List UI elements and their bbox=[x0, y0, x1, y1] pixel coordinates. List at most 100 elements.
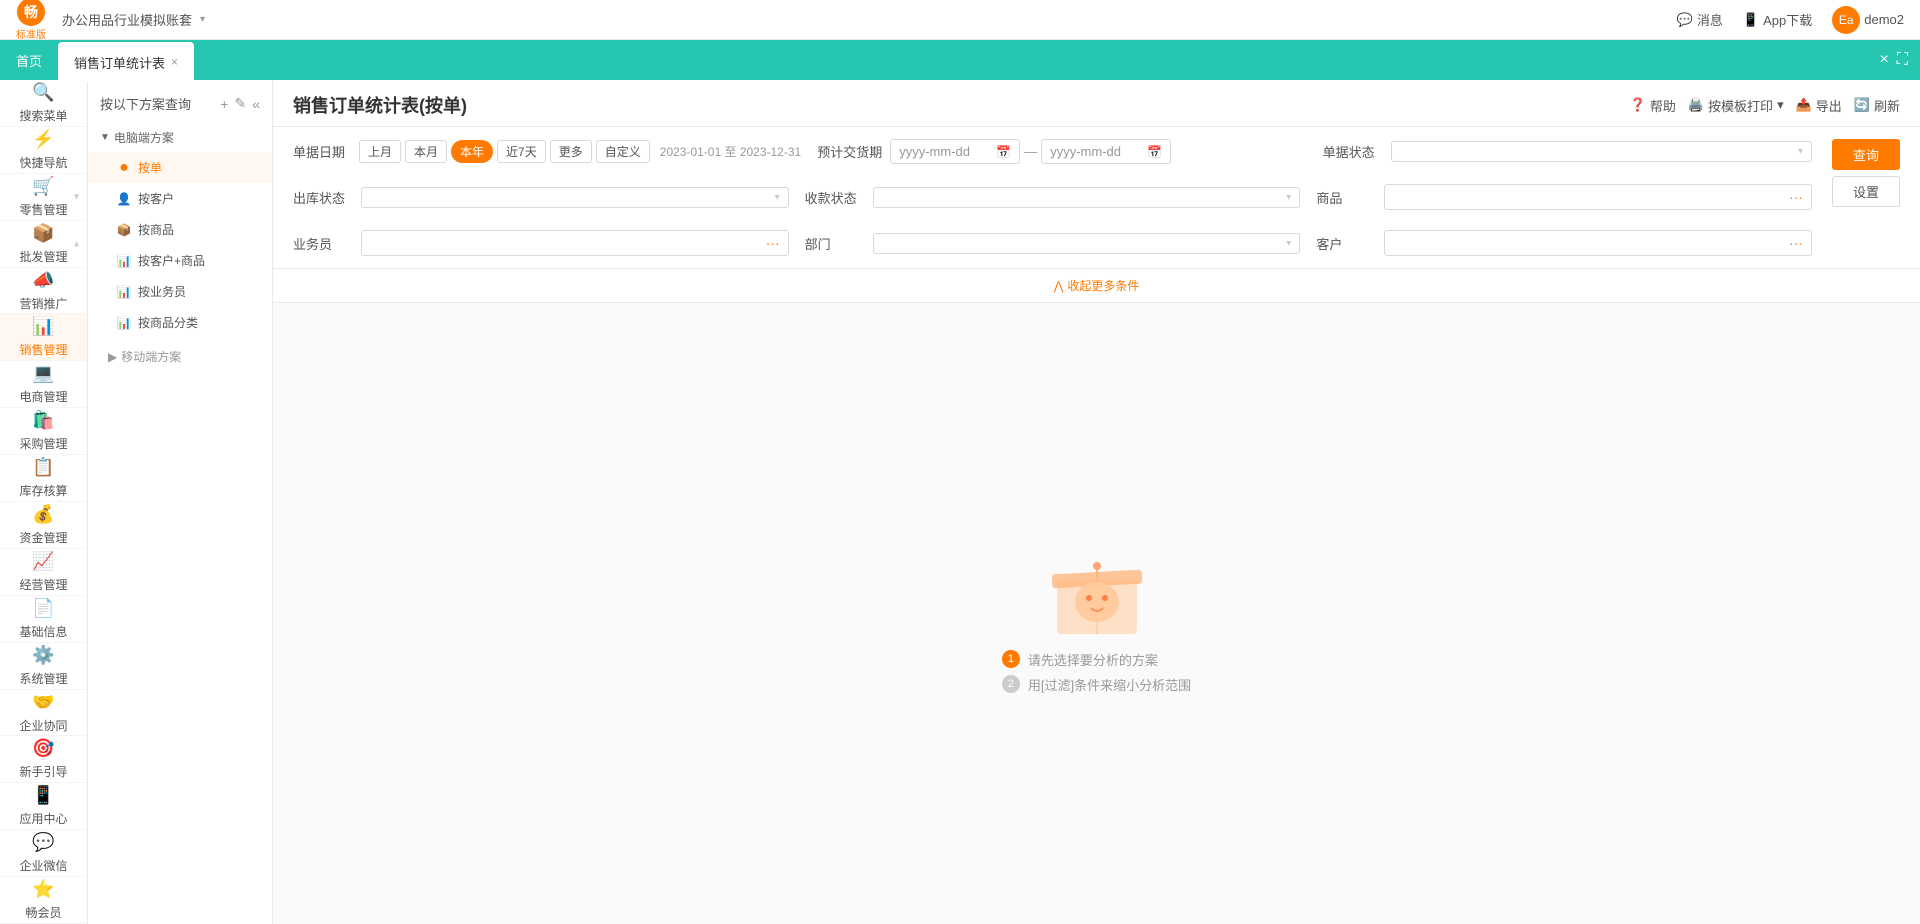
sidebar-item-vip[interactable]: ⭐ 畅会员 bbox=[0, 877, 87, 924]
salesperson-label: 业务员 bbox=[293, 234, 353, 253]
solution-item-by-salesperson[interactable]: 📊 按业务员 bbox=[88, 276, 272, 307]
sidebar-item-quick-nav[interactable]: ⚡ 快捷导航 bbox=[0, 127, 87, 174]
solution-item-by-product[interactable]: 📦 按商品 bbox=[88, 214, 272, 245]
sidebar-item-label-app-center: 应用中心 bbox=[19, 810, 67, 827]
app-download-button[interactable]: 📱 App下载 bbox=[1743, 10, 1812, 29]
top-bar-left: 畅 标准版 办公用品行业模拟账套 ▾ bbox=[16, 0, 205, 41]
dept-group: 部门 ▾ bbox=[805, 233, 1301, 254]
sidebar-item-basic-info[interactable]: 📄 基础信息 bbox=[0, 596, 87, 643]
by-order-icon: ● bbox=[116, 160, 132, 176]
add-solution-button[interactable]: + bbox=[220, 96, 228, 112]
pc-solutions-title[interactable]: ▼ 电脑端方案 bbox=[88, 123, 272, 152]
sidebar-item-wholesale[interactable]: 📦 批发管理 ▴ bbox=[0, 221, 87, 268]
receipt-status-group: 收款状态 ▾ bbox=[805, 187, 1301, 208]
mobile-solutions-label: 移动端方案 bbox=[121, 348, 181, 365]
solution-item-by-customer-product-label: 按客户+商品 bbox=[138, 252, 205, 269]
tab-minimize-icon[interactable]: × bbox=[1879, 51, 1888, 69]
refresh-button[interactable]: 🔄 刷新 bbox=[1854, 96, 1900, 115]
print-button[interactable]: 🖨️ 按模板打印 ▾ bbox=[1688, 96, 1784, 115]
date-start-input[interactable]: yyyy-mm-dd 📅 bbox=[890, 139, 1020, 164]
receipt-status-select[interactable]: ▾ bbox=[873, 187, 1301, 208]
solution-item-by-customer-product[interactable]: 📊 按客户+商品 bbox=[88, 245, 272, 276]
empty-hint-2-text: 用[过滤]条件来缩小分析范围 bbox=[1028, 675, 1191, 694]
date-start-placeholder: yyyy-mm-dd bbox=[899, 144, 970, 159]
sidebar-item-enterprise-wechat[interactable]: 💬 企业微信 bbox=[0, 830, 87, 877]
sidebar-item-label-enterprise-wechat: 企业微信 bbox=[19, 857, 67, 874]
date-btn-more[interactable]: 更多 bbox=[550, 140, 592, 163]
app-dropdown-icon[interactable]: ▾ bbox=[200, 14, 205, 25]
ship-status-select[interactable]: ▾ bbox=[361, 187, 789, 208]
query-button[interactable]: 查询 bbox=[1832, 139, 1900, 170]
solution-item-by-order[interactable]: ● 按单 bbox=[88, 152, 272, 183]
print-icon: 🖨️ bbox=[1688, 97, 1704, 113]
sidebar-item-inventory[interactable]: 📋 库存核算 bbox=[0, 455, 87, 502]
tab-home[interactable]: 首页 bbox=[0, 40, 58, 80]
export-icon: 📤 bbox=[1796, 97, 1812, 113]
solution-item-by-product-cat[interactable]: 📊 按商品分类 bbox=[88, 307, 272, 338]
dept-label: 部门 bbox=[805, 234, 865, 253]
date-btn-last-month[interactable]: 上月 bbox=[359, 140, 401, 163]
message-button[interactable]: 💬 消息 bbox=[1677, 10, 1723, 29]
sidebar-item-label-retail: 零售管理 bbox=[19, 201, 67, 218]
user-profile[interactable]: Ea demo2 bbox=[1832, 6, 1904, 34]
date-btn-custom[interactable]: 自定义 bbox=[596, 140, 650, 163]
receipt-status-label: 收款状态 bbox=[805, 188, 865, 207]
collapse-panel-button[interactable]: « bbox=[252, 96, 260, 112]
ship-status-arrow: ▾ bbox=[775, 192, 780, 203]
sidebar-item-finance[interactable]: 💰 资金管理 bbox=[0, 502, 87, 549]
main-content: 销售订单统计表(按单) ❓ 帮助 🖨️ 按模板打印 ▾ 📤 导出 bbox=[273, 80, 1920, 924]
hint-num-2: 2 bbox=[1002, 675, 1020, 693]
sidebar-item-retail[interactable]: 🛒 零售管理 ▾ bbox=[0, 174, 87, 221]
empty-illustration bbox=[1037, 534, 1157, 634]
customer-label: 客户 bbox=[1316, 234, 1376, 253]
customer-dots-icon[interactable]: ··· bbox=[1789, 235, 1803, 251]
collapse-bar[interactable]: ⋀ 收起更多条件 bbox=[273, 269, 1920, 303]
goods-group: 商品 ··· bbox=[1316, 184, 1812, 210]
date-end-input[interactable]: yyyy-mm-dd 📅 bbox=[1041, 139, 1171, 164]
filter-row-1: 单据日期 上月 本月 本年 近7天 更多 自定义 bbox=[293, 139, 1812, 164]
help-icon: ❓ bbox=[1630, 97, 1646, 113]
edit-solution-button[interactable]: ✎ bbox=[234, 95, 246, 112]
date-btn-7days[interactable]: 近7天 bbox=[497, 140, 546, 163]
solution-item-by-customer[interactable]: 👤 按客户 bbox=[88, 183, 272, 214]
finance-icon: 💰 bbox=[32, 504, 54, 525]
help-button[interactable]: ❓ 帮助 bbox=[1630, 96, 1676, 115]
sidebar-item-label-inventory: 库存核算 bbox=[19, 482, 67, 499]
customer-input[interactable]: ··· bbox=[1384, 230, 1812, 256]
salesperson-dots-icon[interactable]: ··· bbox=[766, 235, 780, 251]
salesperson-input[interactable]: ··· bbox=[361, 230, 789, 256]
sidebar-item-search-menu[interactable]: 🔍 搜索菜单 bbox=[0, 80, 87, 127]
tab-close-icon[interactable]: × bbox=[171, 55, 178, 69]
collapse-icon: ⋀ bbox=[1054, 279, 1064, 293]
wholesale-icon: 📦 bbox=[32, 223, 54, 244]
app-title: 办公用品行业模拟账套 bbox=[62, 10, 192, 29]
tab-maximize-icon[interactable]: ⛶ bbox=[1897, 51, 1908, 69]
ship-status-group: 出库状态 ▾ bbox=[293, 187, 789, 208]
sidebar-item-system[interactable]: ⚙️ 系统管理 bbox=[0, 643, 87, 690]
export-button[interactable]: 📤 导出 bbox=[1796, 96, 1842, 115]
goods-dots-icon[interactable]: ··· bbox=[1789, 189, 1803, 205]
sidebar-item-ops[interactable]: 📈 经营管理 bbox=[0, 549, 87, 596]
goods-input[interactable]: ··· bbox=[1384, 184, 1812, 210]
sidebar-item-new-guide[interactable]: 🎯 新手引导 bbox=[0, 736, 87, 783]
sidebar-item-ecom[interactable]: 💻 电商管理 bbox=[0, 361, 87, 408]
dept-select[interactable]: ▾ bbox=[873, 233, 1301, 254]
sidebar-item-marketing[interactable]: 📣 营销推广 bbox=[0, 268, 87, 315]
app-download-label: App下载 bbox=[1763, 10, 1812, 29]
tab-sales-order[interactable]: 销售订单统计表 × bbox=[58, 42, 194, 82]
enterprise-icon: 🤝 bbox=[32, 692, 54, 713]
date-btn-this-year[interactable]: 本年 bbox=[451, 140, 493, 163]
sidebar-item-sales[interactable]: 📊 销售管理 bbox=[0, 314, 87, 361]
mobile-solutions-title[interactable]: ▶ 移动端方案 bbox=[88, 342, 272, 371]
collapse-button[interactable]: ⋀ 收起更多条件 bbox=[1054, 277, 1140, 294]
logo-icon: 畅 bbox=[17, 0, 45, 26]
purchase-icon: 🛍️ bbox=[32, 410, 54, 431]
ops-icon: 📈 bbox=[32, 551, 54, 572]
sidebar-item-enterprise[interactable]: 🤝 企业协同 bbox=[0, 690, 87, 737]
sidebar-item-app-center[interactable]: 📱 应用中心 bbox=[0, 783, 87, 830]
date-btn-this-month[interactable]: 本月 bbox=[405, 140, 447, 163]
settings-button[interactable]: 设置 bbox=[1832, 176, 1900, 207]
sidebar-item-purchase[interactable]: 🛍️ 采购管理 bbox=[0, 408, 87, 455]
empty-hint-1: 1 请先选择要分析的方案 bbox=[1002, 650, 1191, 669]
status-select[interactable]: ▾ bbox=[1391, 141, 1812, 162]
